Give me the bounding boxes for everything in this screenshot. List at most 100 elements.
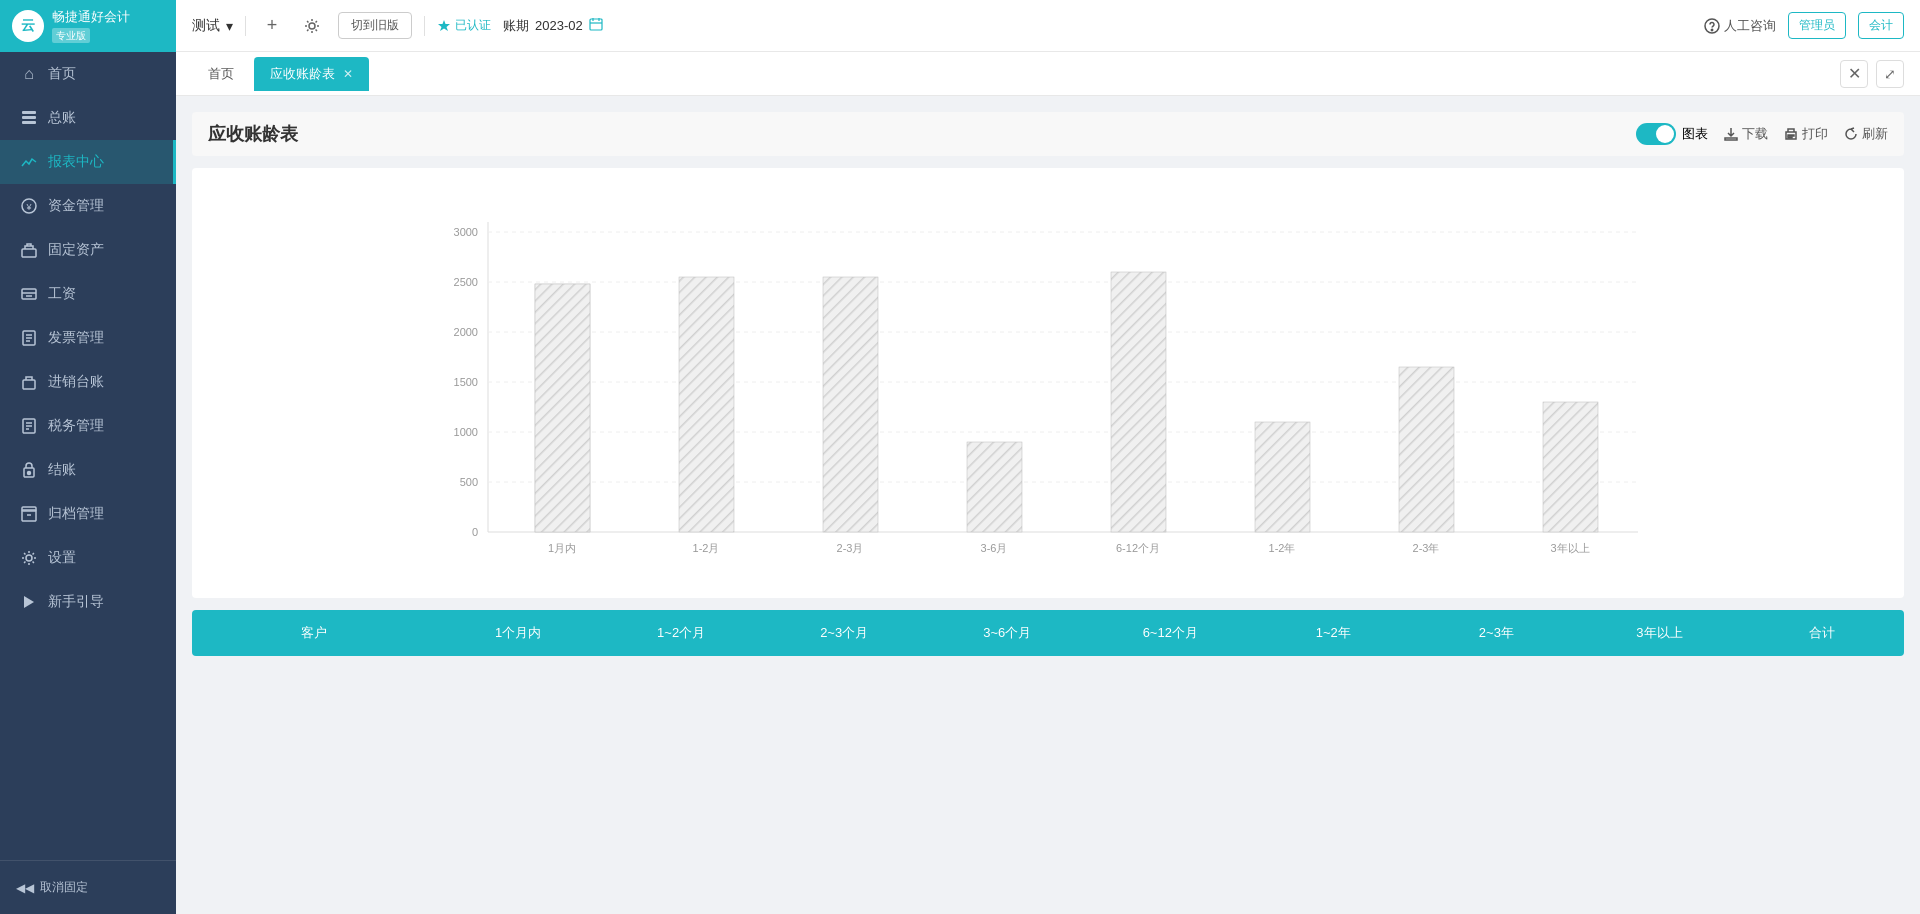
svg-text:1-2月: 1-2月	[693, 542, 720, 554]
svg-text:3-6月: 3-6月	[981, 542, 1008, 554]
sidebar-item-label: 归档管理	[48, 505, 104, 523]
svg-rect-59	[1543, 402, 1598, 532]
svg-text:2000: 2000	[454, 326, 478, 338]
chart-inner: 0 500 1000 1500 2000 2500 3000	[208, 202, 1888, 582]
svg-rect-34	[1788, 135, 1794, 136]
tab-home[interactable]: 首页	[192, 57, 250, 91]
archive-icon	[20, 505, 38, 523]
cancel-fixed-button[interactable]: ◀◀ 取消固定	[0, 869, 176, 906]
svg-rect-52	[535, 284, 590, 532]
assets-icon	[20, 241, 38, 259]
svg-point-19	[28, 472, 31, 475]
chart-toggle[interactable]: 图表	[1636, 123, 1708, 145]
svg-point-25	[309, 23, 315, 29]
col-3year-plus: 3年以上	[1578, 610, 1741, 656]
cancel-fixed-label: 取消固定	[40, 879, 88, 896]
home-icon: ⌂	[20, 65, 38, 83]
sidebar-item-settings[interactable]: 设置	[0, 536, 176, 580]
svg-rect-58	[1399, 367, 1454, 532]
ledger-icon	[20, 109, 38, 127]
sidebar-item-label: 报表中心	[48, 153, 104, 171]
table-header: 客户 1个月内 1~2个月 2~3个月 3~6个月 6~12个月 1~2年 2~…	[192, 610, 1904, 656]
col-total: 合计	[1741, 610, 1904, 656]
consult-button[interactable]: 人工咨询	[1704, 17, 1776, 35]
svg-rect-1	[22, 116, 36, 119]
col-1-2month: 1~2个月	[600, 610, 763, 656]
sidebar-item-closing[interactable]: 结账	[0, 448, 176, 492]
manager-button[interactable]: 管理员	[1788, 12, 1846, 39]
sidebar-item-invoices[interactable]: 发票管理	[0, 316, 176, 360]
svg-point-23	[26, 555, 32, 561]
topbar-divider-2	[424, 16, 425, 36]
col-1month: 1个月内	[437, 610, 600, 656]
topbar-settings-button[interactable]	[298, 12, 326, 40]
role-button[interactable]: 会计	[1858, 12, 1904, 39]
project-selector[interactable]: 测试 ▾	[192, 17, 233, 35]
sidebar-item-inventory[interactable]: 进销台账	[0, 360, 176, 404]
print-button[interactable]: 打印	[1784, 125, 1828, 143]
svg-text:0: 0	[472, 526, 478, 538]
certified-badge: 已认证	[437, 17, 491, 34]
window-close-button[interactable]: ✕	[1840, 60, 1868, 88]
svg-rect-56	[1111, 272, 1166, 532]
refresh-button[interactable]: 刷新	[1844, 125, 1888, 143]
calendar-icon[interactable]	[589, 17, 603, 34]
sidebar-bottom: ◀◀ 取消固定	[0, 860, 176, 914]
report-actions: 图表 下载 打印 刷新	[1636, 123, 1888, 145]
window-expand-button[interactable]: ⤢	[1876, 60, 1904, 88]
sidebar-item-label: 工资	[48, 285, 76, 303]
svg-rect-27	[590, 19, 602, 30]
gear-icon	[20, 549, 38, 567]
sidebar-item-guide[interactable]: 新手引导	[0, 580, 176, 624]
sidebar-item-label: 进销台账	[48, 373, 104, 391]
sidebar-item-reports[interactable]: 报表中心	[0, 140, 176, 184]
switch-old-version-button[interactable]: 切到旧版	[338, 12, 412, 39]
sidebar-item-tax[interactable]: 税务管理	[0, 404, 176, 448]
sidebar-item-ledger[interactable]: 总账	[0, 96, 176, 140]
period-display: 账期 2023-02	[503, 17, 603, 35]
funds-icon: ¥	[20, 197, 38, 215]
svg-rect-2	[22, 121, 36, 124]
sidebar-item-wages[interactable]: 工资	[0, 272, 176, 316]
project-name: 测试	[192, 17, 220, 35]
sidebar-item-funds[interactable]: ¥ 资金管理	[0, 184, 176, 228]
svg-marker-26	[438, 20, 450, 31]
download-button[interactable]: 下载	[1724, 125, 1768, 143]
chevron-down-icon: ▾	[226, 18, 233, 34]
tab-aging[interactable]: 应收账龄表 ✕	[254, 57, 369, 91]
add-project-button[interactable]: +	[258, 12, 286, 40]
sidebar-item-label: 设置	[48, 549, 76, 567]
svg-text:2500: 2500	[454, 276, 478, 288]
chart-container: 0 500 1000 1500 2000 2500 3000	[192, 168, 1904, 598]
topbar-divider-1	[245, 16, 246, 36]
col-6-12month: 6~12个月	[1089, 610, 1252, 656]
sidebar-item-label: 固定资产	[48, 241, 104, 259]
svg-rect-53	[679, 277, 734, 532]
reports-icon	[20, 153, 38, 171]
sidebar-item-assets[interactable]: 固定资产	[0, 228, 176, 272]
col-2-3month: 2~3个月	[763, 610, 926, 656]
svg-text:2-3年: 2-3年	[1413, 542, 1440, 554]
svg-rect-13	[23, 380, 35, 389]
sidebar: 云 畅捷通好会计 专业版 ⌂ 首页 总账 报表中心 ¥ 资金管理	[0, 0, 176, 914]
guide-icon	[20, 593, 38, 611]
svg-text:1-2年: 1-2年	[1269, 542, 1296, 554]
col-customer: 客户	[192, 610, 437, 656]
svg-rect-5	[22, 249, 36, 257]
app-logo-icon: 云	[12, 10, 44, 42]
sidebar-item-label: 新手引导	[48, 593, 104, 611]
sidebar-item-archive[interactable]: 归档管理	[0, 492, 176, 536]
period-value: 2023-02	[535, 18, 583, 33]
svg-rect-57	[1255, 422, 1310, 532]
sidebar-item-label: 资金管理	[48, 197, 104, 215]
tab-aging-close[interactable]: ✕	[343, 67, 353, 81]
wages-icon	[20, 285, 38, 303]
svg-text:¥: ¥	[25, 202, 32, 212]
svg-text:1000: 1000	[454, 426, 478, 438]
chart-toggle-label: 图表	[1682, 125, 1708, 143]
chart-toggle-switch[interactable]	[1636, 123, 1676, 145]
col-1-2year: 1~2年	[1252, 610, 1415, 656]
sidebar-item-label: 总账	[48, 109, 76, 127]
sidebar-item-home[interactable]: ⌂ 首页	[0, 52, 176, 96]
tax-icon	[20, 417, 38, 435]
